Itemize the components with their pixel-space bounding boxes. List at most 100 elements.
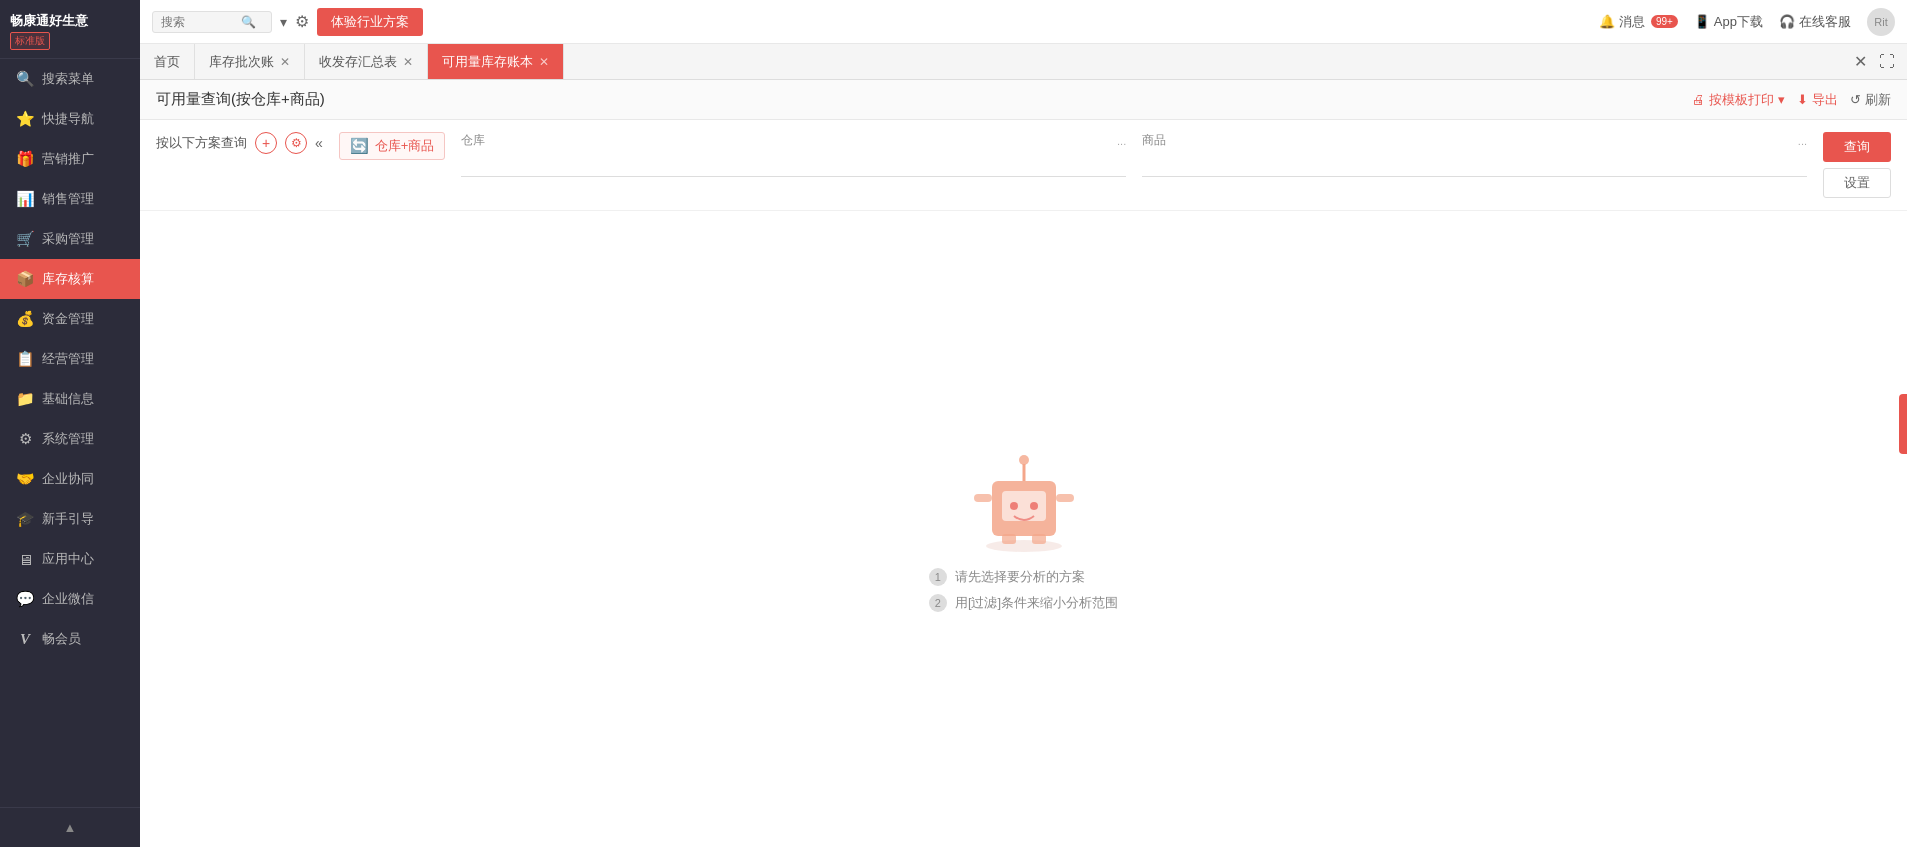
sidebar-item-appcenter[interactable]: 🖥 应用中心 (0, 539, 140, 579)
tab-home-label: 首页 (154, 53, 180, 71)
filter-panel: 按以下方案查询 + ⚙ « 🔄 仓库+商品 仓库 ... (140, 120, 1907, 211)
sidebar-item-operation[interactable]: 📋 经营管理 (0, 339, 140, 379)
money-icon: 💰 (16, 310, 34, 328)
sidebar-item-purchase[interactable]: 🛒 采购管理 (0, 219, 140, 259)
tab-available[interactable]: 可用量库存账本 ✕ (428, 44, 564, 79)
tab-home[interactable]: 首页 (140, 44, 195, 79)
gear-icon: ⚙ (16, 430, 34, 448)
sidebar-item-quicknav[interactable]: ⭐ 快捷导航 (0, 99, 140, 139)
folder-icon: 📁 (16, 390, 34, 408)
box-icon: 📦 (16, 270, 34, 288)
tab-batch-label: 库存批次账 (209, 53, 274, 71)
message-btn[interactable]: 🔔 消息 99+ (1599, 13, 1678, 31)
scheme-label: 仓库+商品 (375, 137, 435, 155)
empty-tip-1: 1 请先选择要分析的方案 (929, 568, 1118, 586)
headset-icon: 🎧 (1779, 14, 1795, 29)
svg-point-6 (1019, 455, 1029, 465)
tab-batch[interactable]: 库存批次账 ✕ (195, 44, 305, 79)
user-name: Rit (1874, 16, 1887, 28)
sidebar: 畅康通好生意 标准版 🔍 搜索菜单 ⭐ 快捷导航 🎁 营销推广 📊 销售管理 🛒… (0, 0, 140, 847)
empty-illustration (964, 446, 1084, 556)
main-area: 🔍 ▾ ⚙ 体验行业方案 🔔 消息 99+ 📱 App下载 🎧 在线客服 Rit (140, 0, 1907, 847)
sidebar-item-search[interactable]: 🔍 搜索菜单 (0, 59, 140, 99)
svg-rect-2 (1002, 491, 1046, 521)
online-service-btn[interactable]: 🎧 在线客服 (1779, 13, 1851, 31)
tab-maximize-btn[interactable]: ⛶ (1875, 51, 1899, 73)
online-service-label: 在线客服 (1799, 13, 1851, 31)
query-button[interactable]: 查询 (1823, 132, 1891, 162)
product-input[interactable] (1142, 153, 1807, 177)
tip-text-1: 请先选择要分析的方案 (955, 568, 1085, 586)
filter-settings-btn[interactable]: ⚙ (285, 132, 307, 154)
sidebar-item-label: 企业微信 (42, 590, 94, 608)
right-edge-indicator (1899, 394, 1907, 454)
topbar-search-box[interactable]: 🔍 (152, 11, 272, 33)
product-field-more[interactable]: ... (1798, 135, 1807, 147)
product-field-label: 商品 (1142, 132, 1166, 149)
svg-point-4 (1030, 502, 1038, 510)
filter-field-header: 仓库 ... (461, 132, 1126, 149)
tab-summary[interactable]: 收发存汇总表 ✕ (305, 44, 428, 79)
tabs-bar: 首页 库存批次账 ✕ 收发存汇总表 ✕ 可用量库存账本 ✕ ✕ ⛶ (140, 44, 1907, 80)
star-icon: ⭐ (16, 110, 34, 128)
search-icon: 🔍 (241, 15, 256, 29)
cart-icon: 🛒 (16, 230, 34, 248)
sidebar-item-wechat[interactable]: 💬 企业微信 (0, 579, 140, 619)
sidebar-item-marketing[interactable]: 🎁 营销推广 (0, 139, 140, 179)
sidebar-item-label: 快捷导航 (42, 110, 94, 128)
page-content: 可用量查询(按仓库+商品) 🖨 按模板打印 ▾ ⬇ 导出 ↺ 刷新 (140, 80, 1907, 847)
search-input[interactable] (161, 15, 241, 29)
sidebar-item-system[interactable]: ⚙ 系统管理 (0, 419, 140, 459)
refresh-btn[interactable]: ↺ 刷新 (1850, 91, 1891, 109)
tab-close-all-btn[interactable]: ✕ (1850, 50, 1871, 73)
export-btn[interactable]: ⬇ 导出 (1797, 91, 1838, 109)
sidebar-item-label: 经营管理 (42, 350, 94, 368)
page-header: 可用量查询(按仓库+商品) 🖨 按模板打印 ▾ ⬇ 导出 ↺ 刷新 (140, 80, 1907, 120)
graduate-icon: 🎓 (16, 510, 34, 528)
message-label: 消息 (1619, 13, 1645, 31)
topbar-right: 🔔 消息 99+ 📱 App下载 🎧 在线客服 Rit (1599, 8, 1895, 36)
sidebar-item-inventory[interactable]: 📦 库存核算 (0, 259, 140, 299)
user-profile[interactable]: Rit (1867, 8, 1895, 36)
export-icon: ⬇ (1797, 92, 1808, 107)
bell-icon: 🔔 (1599, 14, 1615, 29)
sidebar-item-label: 畅会员 (42, 630, 81, 648)
sidebar-header: 畅康通好生意 标准版 (0, 0, 140, 59)
mobile-icon: 📱 (1694, 14, 1710, 29)
svg-point-0 (986, 540, 1062, 552)
sidebar-nav: 🔍 搜索菜单 ⭐ 快捷导航 🎁 营销推广 📊 销售管理 🛒 采购管理 📦 库存核… (0, 59, 140, 807)
sidebar-item-sales[interactable]: 📊 销售管理 (0, 179, 140, 219)
sidebar-item-label: 资金管理 (42, 310, 94, 328)
vip-icon: V (16, 631, 34, 648)
empty-state: 1 请先选择要分析的方案 2 用[过滤]条件来缩小分析范围 (140, 211, 1907, 847)
print-btn[interactable]: 🖨 按模板打印 ▾ (1692, 91, 1785, 109)
sidebar-item-basic[interactable]: 📁 基础信息 (0, 379, 140, 419)
sidebar-item-label: 基础信息 (42, 390, 94, 408)
tab-summary-close[interactable]: ✕ (403, 55, 413, 69)
sidebar-bottom: ▲ (0, 807, 140, 847)
topbar: 🔍 ▾ ⚙ 体验行业方案 🔔 消息 99+ 📱 App下载 🎧 在线客服 Rit (140, 0, 1907, 44)
clipboard-icon: 📋 (16, 350, 34, 368)
solution-btn[interactable]: 体验行业方案 (317, 8, 423, 36)
filter-add-btn[interactable]: + (255, 132, 277, 154)
sidebar-item-newbie[interactable]: 🎓 新手引导 (0, 499, 140, 539)
message-badge: 99+ (1651, 15, 1678, 28)
sidebar-item-finance[interactable]: 💰 资金管理 (0, 299, 140, 339)
wechat-icon: 💬 (16, 590, 34, 608)
chart-icon: 📊 (16, 190, 34, 208)
sidebar-item-corp[interactable]: 🤝 企业协同 (0, 459, 140, 499)
search-dropdown-btn[interactable]: ▾ (280, 14, 287, 30)
set-button[interactable]: 设置 (1823, 168, 1891, 198)
filter-label: 按以下方案查询 (156, 134, 247, 152)
tab-available-close[interactable]: ✕ (539, 55, 549, 69)
app-download-btn[interactable]: 📱 App下载 (1694, 13, 1763, 31)
sidebar-item-label: 系统管理 (42, 430, 94, 448)
filter-scheme-warehouse[interactable]: 🔄 仓库+商品 (339, 132, 446, 160)
sidebar-item-member[interactable]: V 畅会员 (0, 619, 140, 659)
sidebar-scroll-down[interactable]: ▲ (0, 816, 140, 839)
filter-collapse-btn[interactable]: « (315, 135, 323, 151)
warehouse-input[interactable] (461, 153, 1126, 177)
tab-batch-close[interactable]: ✕ (280, 55, 290, 69)
warehouse-field-more[interactable]: ... (1117, 135, 1126, 147)
settings-gear-btn[interactable]: ⚙ (295, 12, 309, 31)
